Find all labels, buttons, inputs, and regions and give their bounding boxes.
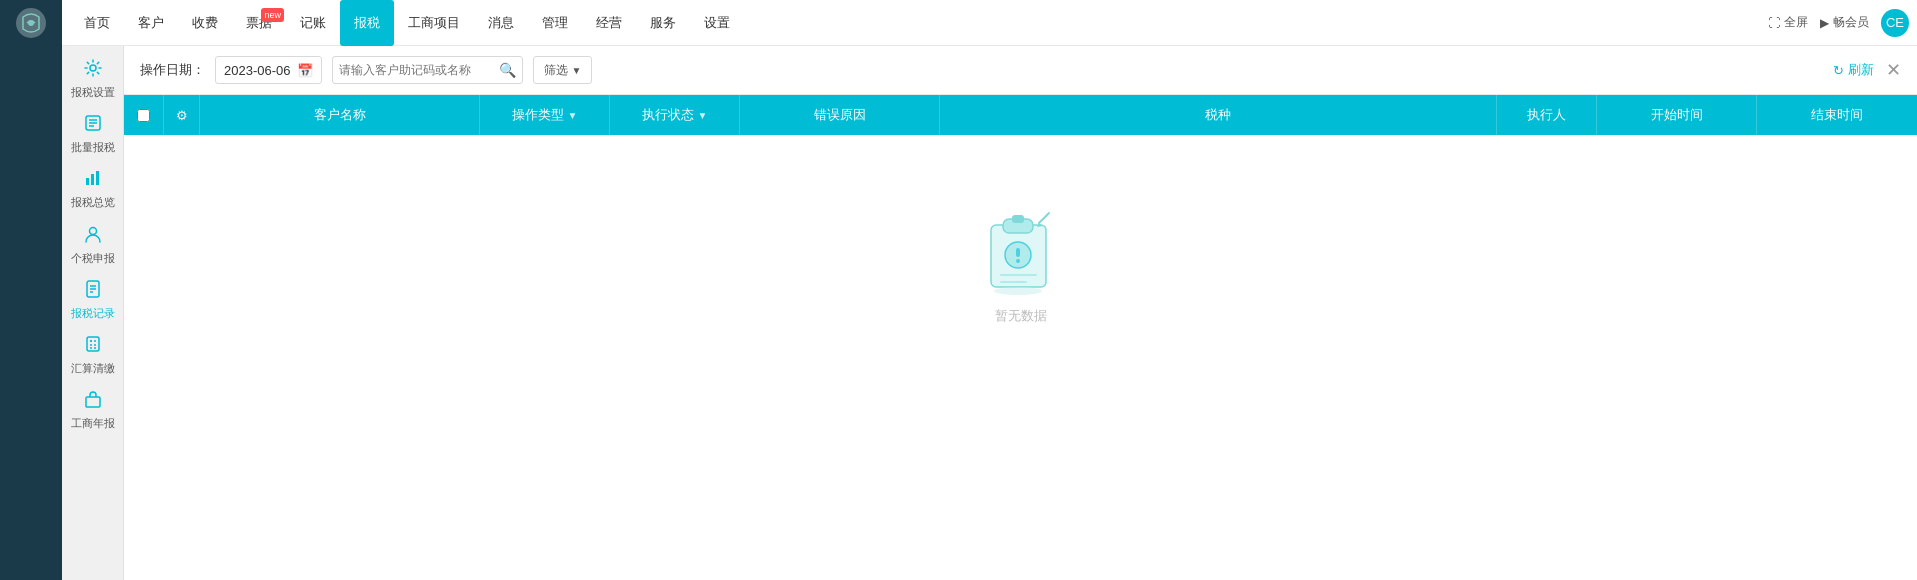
svg-rect-15 [87,337,99,351]
th-end: 结束时间 [1757,95,1917,135]
fullscreen-label: 全屏 [1784,14,1808,31]
search-box: 🔍 [332,56,523,84]
date-value: 2023-06-06 [224,63,291,78]
member-button[interactable]: ▶ 畅会员 [1820,14,1869,31]
nav-item-manage[interactable]: 管理 [528,0,582,46]
tax-settings-icon [83,58,103,83]
topnav-items: 首页客户收费票据new记账报税工商项目消息管理经营服务设置 [70,0,1768,46]
member-label: 畅会员 [1833,14,1869,31]
app-logo[interactable] [0,0,62,46]
refresh-button[interactable]: ↻ 刷新 [1833,61,1874,79]
svg-rect-23 [86,397,100,407]
svg-point-1 [28,20,34,26]
calculate-label: 汇算清缴 [71,362,115,375]
tax-summary-icon [83,168,103,193]
nav-item-invoice[interactable]: 票据new [232,0,286,46]
svg-point-2 [90,65,96,71]
refresh-icon: ↻ [1833,63,1844,78]
gear-icon: ⚙ [176,108,188,123]
sub-sidebar-item-calculate[interactable]: 汇算清缴 [62,326,124,381]
sub-sidebar-item-tax-summary[interactable]: 报税总览 [62,160,124,215]
search-icon[interactable]: 🔍 [499,62,516,78]
svg-point-34 [994,287,1042,295]
main-area: 首页客户收费票据new记账报税工商项目消息管理经营服务设置 ⛶ 全屏 ▶ 畅会员… [62,0,1917,580]
nav-item-finance[interactable]: 经营 [582,0,636,46]
topnav-right: ⛶ 全屏 ▶ 畅会员 CE [1768,9,1909,37]
sort-icon-status: ▼ [698,110,708,121]
empty-text: 暂无数据 [995,307,1047,325]
nav-item-message[interactable]: 消息 [474,0,528,46]
th-type[interactable]: 操作类型 ▼ [480,95,610,135]
refresh-label: 刷新 [1848,61,1874,79]
close-button[interactable]: ✕ [1886,61,1901,79]
th-executor: 执行人 [1497,95,1597,135]
sub-sidebar-item-annual-report[interactable]: 工商年报 [62,381,124,436]
th-reason: 错误原因 [740,95,940,135]
topnav: 首页客户收费票据new记账报税工商项目消息管理经营服务设置 ⛶ 全屏 ▶ 畅会员… [62,0,1917,46]
sort-icon-type: ▼ [568,110,578,121]
table-container: ⚙ 客户名称 操作类型 ▼ 执行状态 ▼ 错误原因 [124,95,1917,580]
member-icon: ▶ [1820,16,1829,30]
th-start: 开始时间 [1597,95,1757,135]
filter-label: 筛选 [544,62,568,79]
th-name: 客户名称 [200,95,480,135]
date-label: 操作日期： [140,61,205,79]
nav-item-settings[interactable]: 设置 [690,0,744,46]
empty-state: 暂无数据 [124,135,1917,365]
calendar-icon: 📅 [297,63,313,78]
fullscreen-icon: ⛶ [1768,16,1780,30]
nav-item-business[interactable]: 工商项目 [394,0,474,46]
svg-rect-9 [96,171,99,185]
tax-summary-label: 报税总览 [71,196,115,209]
tax-records-label: 报税记录 [71,307,115,320]
content: 报税设置批量报税报税总览个税申报报税记录汇算清缴工商年报 操作日期： 2023-… [62,46,1917,580]
nav-item-bookkeeping[interactable]: 记账 [286,0,340,46]
sidebar [0,0,62,580]
sub-sidebar: 报税设置批量报税报税总览个税申报报税记录汇算清缴工商年报 [62,46,124,580]
nav-item-home[interactable]: 首页 [70,0,124,46]
table-header: ⚙ 客户名称 操作类型 ▼ 执行状态 ▼ 错误原因 [124,95,1917,135]
svg-point-10 [89,227,96,234]
personal-tax-icon [83,224,103,249]
page-area: 操作日期： 2023-06-06 📅 🔍 筛选 ▼ ↻ 刷新 [124,46,1917,580]
annual-report-label: 工商年报 [71,417,115,430]
avatar[interactable]: CE [1881,9,1909,37]
search-input[interactable] [339,63,499,77]
nav-item-tax[interactable]: 报税 [340,0,394,46]
tax-settings-label: 报税设置 [71,86,115,99]
batch-tax-label: 批量报税 [71,141,115,154]
avatar-initials: CE [1886,15,1904,30]
svg-point-29 [1016,259,1020,263]
select-all-checkbox[interactable] [137,109,150,122]
empty-illustration [971,195,1071,295]
toolbar-right: ↻ 刷新 ✕ [1833,61,1901,79]
chevron-down-icon: ▼ [572,65,582,76]
svg-line-30 [1039,213,1049,223]
nav-item-customer[interactable]: 客户 [124,0,178,46]
toolbar: 操作日期： 2023-06-06 📅 🔍 筛选 ▼ ↻ 刷新 [124,46,1917,95]
date-input[interactable]: 2023-06-06 📅 [215,56,322,84]
sub-sidebar-item-batch-tax[interactable]: 批量报税 [62,105,124,160]
batch-tax-icon [83,113,103,138]
fullscreen-button[interactable]: ⛶ 全屏 [1768,14,1808,31]
nav-item-billing[interactable]: 收费 [178,0,232,46]
svg-rect-7 [86,178,89,185]
svg-rect-8 [91,174,94,185]
th-tax: 税种 [940,95,1497,135]
filter-button[interactable]: 筛选 ▼ [533,56,593,84]
nav-item-service[interactable]: 服务 [636,0,690,46]
th-checkbox[interactable] [124,95,164,135]
sub-sidebar-item-tax-settings[interactable]: 报税设置 [62,50,124,105]
tax-records-icon [83,279,103,304]
personal-tax-label: 个税申报 [71,252,115,265]
svg-rect-28 [1016,248,1020,257]
calculate-icon [83,334,103,359]
th-status[interactable]: 执行状态 ▼ [610,95,740,135]
sub-sidebar-item-tax-records[interactable]: 报税记录 [62,271,124,326]
th-gear[interactable]: ⚙ [164,95,200,135]
svg-rect-26 [1012,215,1024,223]
sub-sidebar-item-personal-tax[interactable]: 个税申报 [62,216,124,271]
annual-report-icon [83,389,103,414]
